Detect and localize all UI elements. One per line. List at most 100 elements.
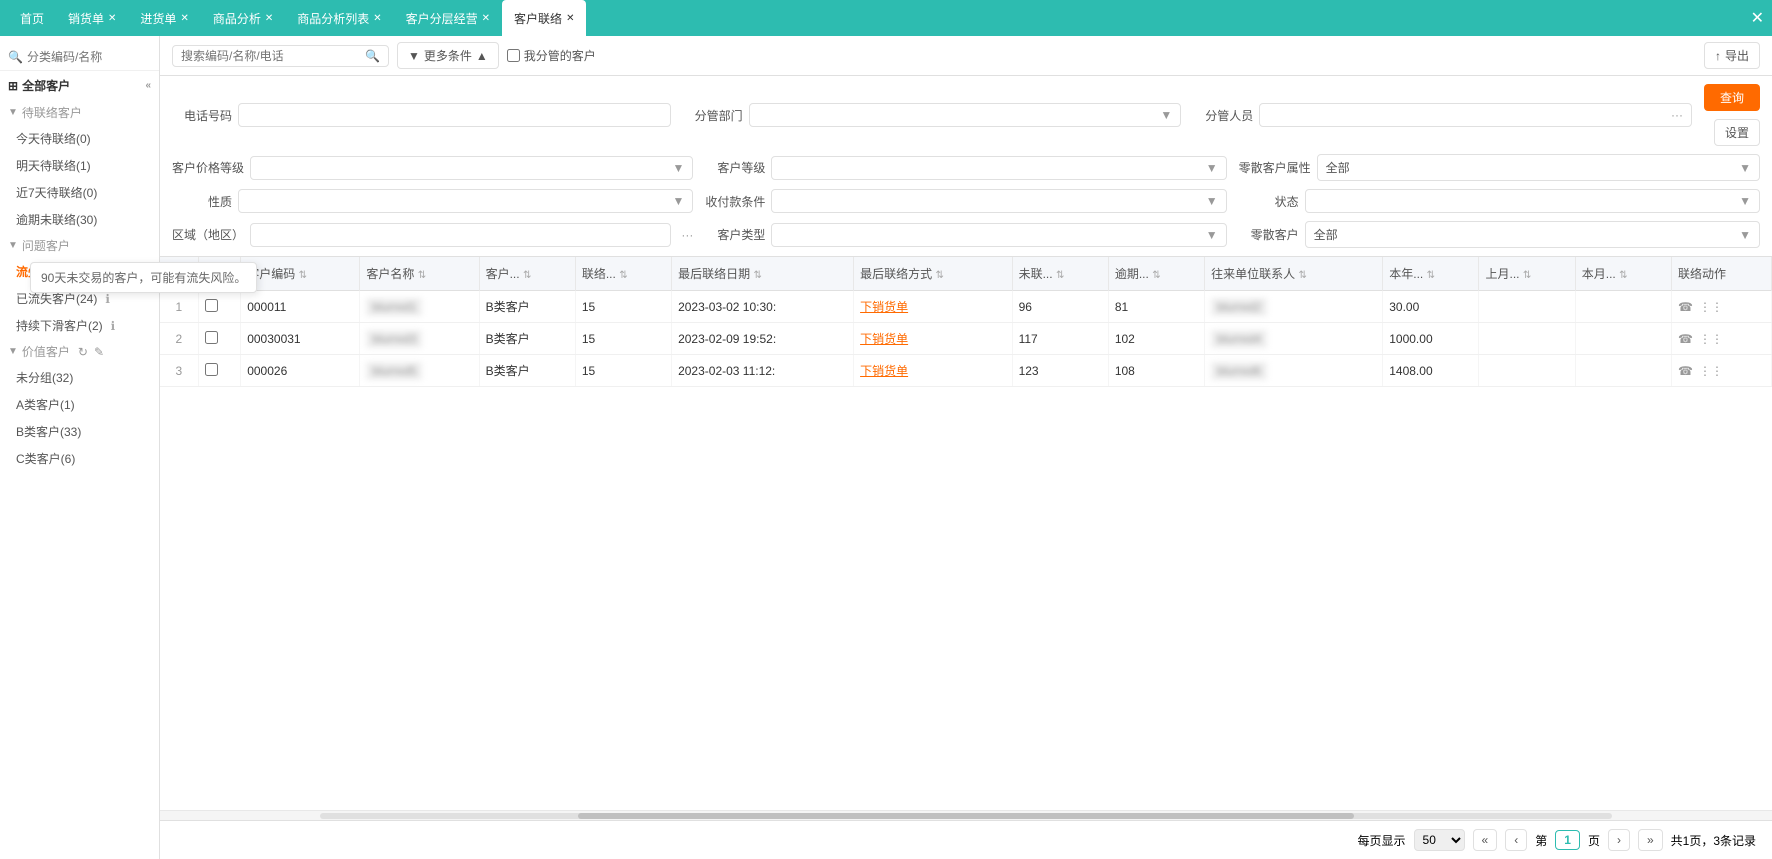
row-2-last-method[interactable]: 下销货单 — [854, 355, 1013, 387]
prev-page-btn[interactable]: ‹ — [1505, 829, 1527, 851]
table-row: 2 00030031 blurred3 B类客户 15 2023-02-09 1… — [160, 323, 1772, 355]
uncontacted-sort-icon: ⇅ — [1056, 270, 1064, 281]
col-last-method[interactable]: 最后联络方式 ⇅ — [854, 257, 1013, 291]
toolbar-search-icon[interactable]: 🔍 — [365, 49, 380, 63]
group-pending[interactable]: ▼ 待联络客户 — [0, 100, 159, 125]
close-sales-tab[interactable]: ✕ — [108, 13, 116, 24]
row-1-check[interactable] — [198, 323, 241, 355]
action-contact-icon[interactable]: ☎ — [1678, 364, 1693, 378]
filter-nature-select[interactable]: ▼ — [238, 189, 693, 213]
sidebar-item-type-c[interactable]: C类客户(6) — [0, 445, 159, 472]
my-customers-checkbox[interactable]: 我分管的客户 — [507, 47, 596, 64]
scrollbar-area[interactable] — [160, 810, 1772, 820]
col-uncontacted[interactable]: 未联... ⇅ — [1012, 257, 1108, 291]
filter-status: 状态 ▼ — [1239, 189, 1760, 213]
next-page-btn[interactable]: › — [1608, 829, 1630, 851]
filter-status-label: 状态 — [1239, 193, 1299, 210]
tab-home[interactable]: 首页 — [8, 0, 56, 36]
action-more-icon[interactable]: ⋮⋮ — [1699, 300, 1723, 314]
per-page-select[interactable]: 50 100 200 — [1414, 829, 1465, 851]
col-overdue[interactable]: 逾期... ⇅ — [1108, 257, 1204, 291]
filter-region-input[interactable] — [250, 223, 671, 247]
filter-status-select[interactable]: ▼ — [1305, 189, 1760, 213]
sidebar-item-type-a[interactable]: A类客户(1) — [0, 391, 159, 418]
row-1-last-method[interactable]: 下销货单 — [854, 323, 1013, 355]
filter-retail-select[interactable]: 全部 ▼ — [1305, 221, 1760, 248]
filter-phone-input[interactable] — [238, 103, 671, 127]
sidebar-item-overdue[interactable]: 逾期未联络(30) — [0, 206, 159, 233]
filter-zero-attr-select[interactable]: 全部 ▼ — [1317, 154, 1760, 181]
col-code[interactable]: 客户编码 ⇅ — [241, 257, 360, 291]
col-this-year[interactable]: 本年... ⇅ — [1383, 257, 1479, 291]
churn-risk-tooltip: 90天未交易的客户，可能有流失风险。 — [30, 262, 160, 293]
close-purchase-tab[interactable]: ✕ — [180, 13, 188, 24]
first-page-btn[interactable]: « — [1473, 829, 1498, 851]
more-conditions-btn[interactable]: ▼ 更多条件 ▲ — [397, 42, 499, 69]
row-2-actions[interactable]: ☎ ⋮⋮ — [1671, 355, 1771, 387]
row-0-last-date: 2023-03-02 10:30: — [672, 291, 854, 323]
scroll-track[interactable] — [320, 813, 1612, 819]
tab-customer-contact[interactable]: 客户联络 ✕ — [502, 0, 586, 36]
current-page: 1 — [1555, 830, 1580, 850]
filter-customer-type-select[interactable]: ▼ — [771, 223, 1226, 247]
col-contact[interactable]: 联络... ⇅ — [575, 257, 671, 291]
sidebar-item-unsorted[interactable]: 未分组(32) — [0, 364, 159, 391]
tab-analysis-list[interactable]: 商品分析列表 ✕ — [285, 0, 393, 36]
close-analysis-tab[interactable]: ✕ — [265, 13, 273, 24]
refresh-icon[interactable]: ↻ — [78, 345, 88, 359]
row-0-this-month — [1575, 291, 1671, 323]
row-0-actions[interactable]: ☎ ⋮⋮ — [1671, 291, 1771, 323]
group-problem[interactable]: ▼ 问题客户 — [0, 233, 159, 258]
filter-manager-select[interactable]: ··· — [1259, 103, 1692, 127]
action-contact-icon[interactable]: ☎ — [1678, 300, 1693, 314]
col-unit-contact[interactable]: 往来单位联系人 ⇅ — [1205, 257, 1383, 291]
toolbar-search-input[interactable] — [181, 49, 361, 63]
filter-payment-select[interactable]: ▼ — [771, 189, 1226, 213]
edit-icon[interactable]: ✎ — [94, 345, 104, 359]
filter-level-select[interactable]: ▼ — [771, 156, 1226, 180]
my-customers-check[interactable] — [507, 49, 520, 62]
close-customer-tier-tab[interactable]: ✕ — [482, 13, 490, 24]
action-more-icon[interactable]: ⋮⋮ — [1699, 332, 1723, 346]
tab-purchase[interactable]: 进货单 ✕ — [128, 0, 200, 36]
sidebar-item-week[interactable]: 近7天待联络(0) — [0, 179, 159, 206]
row-1-actions[interactable]: ☎ ⋮⋮ — [1671, 323, 1771, 355]
sidebar-all-customers[interactable]: ⊞ 全部客户 « — [0, 71, 159, 100]
row-0-check[interactable] — [198, 291, 241, 323]
manager-dots[interactable]: ··· — [1671, 108, 1683, 122]
col-name[interactable]: 客户名称 ⇅ — [360, 257, 479, 291]
last-page-btn[interactable]: » — [1638, 829, 1663, 851]
sidebar-item-type-b[interactable]: B类客户(33) — [0, 418, 159, 445]
col-last-month[interactable]: 上月... ⇅ — [1479, 257, 1575, 291]
close-analysis-list-tab[interactable]: ✕ — [373, 13, 381, 24]
filter-price-tier-select[interactable]: ▼ — [250, 156, 693, 180]
this-year-sort-icon: ⇅ — [1427, 270, 1435, 281]
close-customer-contact-tab[interactable]: ✕ — [566, 13, 574, 24]
row-1-this-month — [1575, 323, 1671, 355]
col-last-date[interactable]: 最后联络日期 ⇅ — [672, 257, 854, 291]
scroll-thumb[interactable] — [578, 813, 1353, 819]
filter-zero-attr-label: 零散客户属性 — [1239, 159, 1311, 176]
tab-sales[interactable]: 销货单 ✕ — [56, 0, 128, 36]
last-date-sort-icon: ⇅ — [753, 270, 761, 281]
group-value[interactable]: ▼ 价值客户 ↻ ✎ — [0, 339, 159, 364]
action-contact-icon[interactable]: ☎ — [1678, 332, 1693, 346]
col-type[interactable]: 客户... ⇅ — [479, 257, 575, 291]
this-month-sort-icon: ⇅ — [1619, 270, 1627, 281]
row-0-last-method[interactable]: 下销货单 — [854, 291, 1013, 323]
query-btn[interactable]: 查询 — [1704, 84, 1760, 111]
close-window-btn[interactable]: ✕ — [1751, 8, 1764, 28]
col-this-month[interactable]: 本月... ⇅ — [1575, 257, 1671, 291]
filter-dept-select[interactable]: ▼ — [749, 103, 1182, 127]
sidebar-search-input[interactable] — [27, 50, 160, 64]
row-2-check[interactable] — [198, 355, 241, 387]
sidebar-item-declining[interactable]: 持续下滑客户(2) ℹ — [0, 312, 159, 339]
region-dots[interactable]: ··· — [681, 228, 693, 242]
export-btn[interactable]: ↑ 导出 — [1704, 42, 1760, 69]
tab-customer-tier[interactable]: 客户分层经营 ✕ — [394, 0, 502, 36]
sidebar-item-tomorrow[interactable]: 明天待联络(1) — [0, 152, 159, 179]
action-more-icon[interactable]: ⋮⋮ — [1699, 364, 1723, 378]
settings-btn[interactable]: 设置 — [1714, 119, 1760, 146]
sidebar-item-today[interactable]: 今天待联络(0) — [0, 125, 159, 152]
tab-analysis[interactable]: 商品分析 ✕ — [201, 0, 285, 36]
